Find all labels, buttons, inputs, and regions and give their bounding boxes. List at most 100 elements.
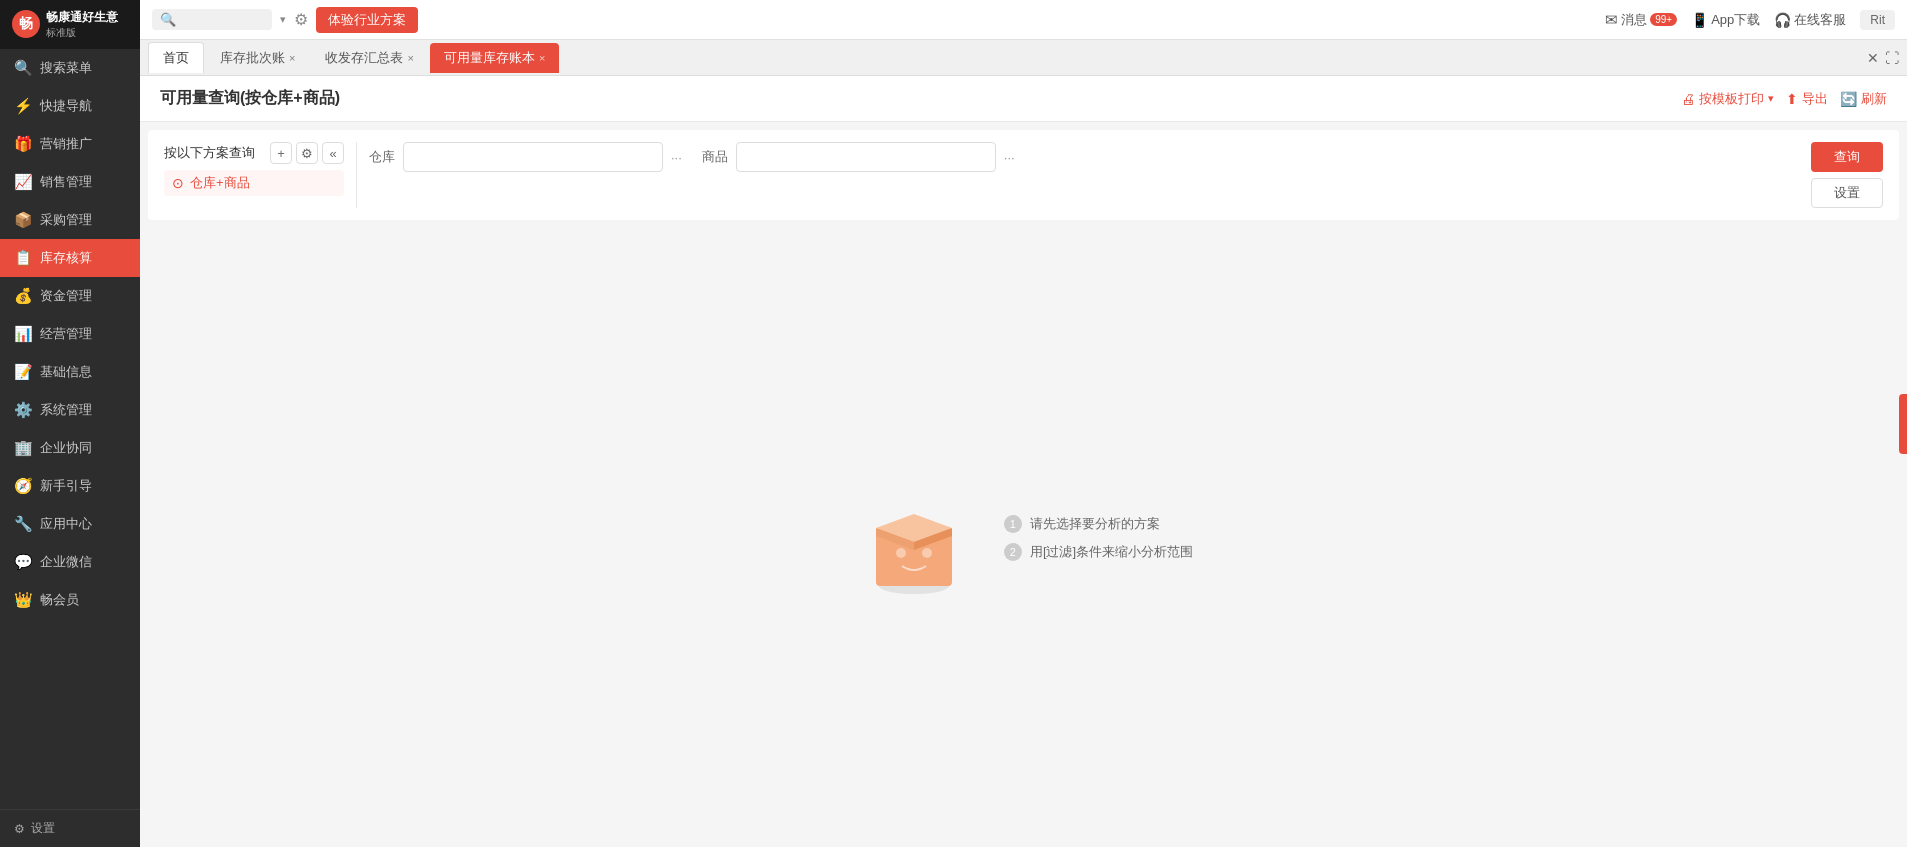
query-left-panel: 按以下方案查询 + ⚙ « ⊙ 仓库+商品	[164, 142, 344, 196]
sidebar-item-label: 采购管理	[40, 211, 92, 229]
sidebar-footer[interactable]: ⚙ 设置	[0, 809, 140, 847]
service-icon: 🎧	[1774, 12, 1791, 28]
messages-icon: ✉	[1605, 11, 1618, 29]
tab-batch-ledger-close[interactable]: ×	[289, 52, 295, 64]
topbar-gear-icon[interactable]: ⚙	[294, 10, 308, 29]
goods-field: 商品 ···	[702, 142, 1015, 172]
step-2-badge: 2	[1004, 543, 1022, 561]
footer-settings-label: 设置	[31, 820, 55, 837]
scheme-icon: ⊙	[172, 175, 184, 191]
sidebar-item-basic[interactable]: 📝 基础信息	[0, 353, 140, 391]
print-icon: 🖨	[1681, 91, 1695, 107]
tabbar-right: ✕ ⛶	[1867, 50, 1899, 66]
refresh-action[interactable]: 🔄 刷新	[1840, 90, 1887, 108]
page-header-actions: 🖨 按模板打印 ▾ ⬆ 导出 🔄 刷新	[1681, 90, 1887, 108]
tab-receipt-summary-close[interactable]: ×	[407, 52, 413, 64]
sidebar-item-label: 经营管理	[40, 325, 92, 343]
scheme-item-label: 仓库+商品	[190, 174, 250, 192]
online-service-label: 在线客服	[1794, 11, 1846, 29]
manage-scheme-button[interactable]: ⚙	[296, 142, 318, 164]
guide-icon: 🧭	[14, 477, 32, 495]
export-label: 导出	[1802, 90, 1828, 108]
empty-text: 1 请先选择要分析的方案 2 用[过滤]条件来缩小分析范围	[1004, 515, 1193, 561]
right-scroll-handle[interactable]	[1899, 394, 1907, 454]
online-service-link[interactable]: 🎧 在线客服	[1774, 11, 1846, 29]
sidebar-item-funds[interactable]: 💰 资金管理	[0, 277, 140, 315]
messages-area[interactable]: ✉ 消息 99+	[1605, 11, 1677, 29]
app-download-link[interactable]: 📱 App下载	[1691, 11, 1760, 29]
shortcut-icon: ⚡	[14, 97, 32, 115]
tab-batch-ledger-label: 库存批次账	[220, 49, 285, 67]
empty-step-1: 1 请先选择要分析的方案	[1004, 515, 1193, 533]
sidebar-item-label: 新手引导	[40, 477, 92, 495]
tabbar-close-icon[interactable]: ✕	[1867, 50, 1879, 66]
goods-more-icon[interactable]: ···	[1004, 150, 1015, 165]
tab-receipt-summary[interactable]: 收发存汇总表 ×	[311, 43, 427, 73]
page-header: 可用量查询(按仓库+商品) 🖨 按模板打印 ▾ ⬆ 导出 🔄 刷新	[140, 76, 1907, 122]
trial-button[interactable]: 体验行业方案	[316, 7, 418, 33]
sidebar-item-guide[interactable]: 🧭 新手引导	[0, 467, 140, 505]
tab-batch-ledger[interactable]: 库存批次账 ×	[206, 43, 309, 73]
svg-point-5	[896, 548, 906, 558]
page-title: 可用量查询(按仓库+商品)	[160, 88, 340, 109]
tabbar-expand-icon[interactable]: ⛶	[1885, 50, 1899, 66]
sidebar-scroll: 🔍 搜索菜单 ⚡ 快捷导航 🎁 营销推广 📈 销售管理 📦 采购管理 📋 库存核…	[0, 49, 140, 809]
query-button[interactable]: 查询	[1811, 142, 1883, 172]
brand-name: 畅康通好生意	[46, 10, 118, 26]
sidebar-item-purchase[interactable]: 📦 采购管理	[0, 201, 140, 239]
sidebar-item-label: 搜索菜单	[40, 59, 92, 77]
scheme-item-warehouse-goods[interactable]: ⊙ 仓库+商品	[164, 170, 344, 196]
add-scheme-button[interactable]: +	[270, 142, 292, 164]
empty-svg	[854, 478, 974, 598]
empty-illustration	[854, 478, 974, 598]
sidebar-item-inventory[interactable]: 📋 库存核算	[0, 239, 140, 277]
sidebar-item-label: 系统管理	[40, 401, 92, 419]
sidebar-item-search[interactable]: 🔍 搜索菜单	[0, 49, 140, 87]
settings-button[interactable]: 设置	[1811, 178, 1883, 208]
sidebar-item-appcenter[interactable]: 🔧 应用中心	[0, 505, 140, 543]
sidebar-item-enterprise[interactable]: 🏢 企业协同	[0, 429, 140, 467]
tab-available-ledger-label: 可用量库存账本	[444, 49, 535, 67]
query-section: 按以下方案查询 + ⚙ « ⊙ 仓库+商品 仓库	[148, 130, 1899, 220]
export-action[interactable]: ⬆ 导出	[1786, 90, 1828, 108]
tab-home[interactable]: 首页	[148, 42, 204, 73]
sidebar-item-label: 营销推广	[40, 135, 92, 153]
print-label: 按模板打印	[1699, 90, 1764, 108]
app-icon: 🔧	[14, 515, 32, 533]
step-2-text: 用[过滤]条件来缩小分析范围	[1030, 543, 1193, 561]
sidebar-item-enterprise-wx[interactable]: 💬 企业微信	[0, 543, 140, 581]
sidebar-item-sales[interactable]: 📈 销售管理	[0, 163, 140, 201]
user-name: Rit	[1870, 13, 1885, 27]
money-icon: 💰	[14, 287, 32, 305]
query-buttons: 查询 设置	[1791, 142, 1883, 208]
system-icon: ⚙️	[14, 401, 32, 419]
scheme-actions: + ⚙ «	[270, 142, 344, 164]
topbar-dropdown-arrow[interactable]: ▾	[280, 13, 286, 26]
warehouse-input[interactable]	[403, 142, 663, 172]
sidebar-item-operations[interactable]: 📊 经营管理	[0, 315, 140, 353]
empty-step-2: 2 用[过滤]条件来缩小分析范围	[1004, 543, 1193, 561]
topbar-search-input[interactable]	[180, 13, 260, 27]
tab-available-ledger-close[interactable]: ×	[539, 52, 545, 64]
refresh-icon: 🔄	[1840, 91, 1857, 107]
sidebar-item-label: 销售管理	[40, 173, 92, 191]
empty-state: 1 请先选择要分析的方案 2 用[过滤]条件来缩小分析范围	[140, 228, 1907, 847]
export-icon: ⬆	[1786, 91, 1798, 107]
basic-icon: 📝	[14, 363, 32, 381]
goods-input[interactable]	[736, 142, 996, 172]
print-action[interactable]: 🖨 按模板打印 ▾	[1681, 90, 1774, 108]
content-area: 可用量查询(按仓库+商品) 🖨 按模板打印 ▾ ⬆ 导出 🔄 刷新	[140, 76, 1907, 847]
sidebar: 畅 畅康通好生意 标准版 🔍 搜索菜单 ⚡ 快捷导航 🎁 营销推广 📈 销售管理…	[0, 0, 140, 847]
topbar-search-box[interactable]: 🔍	[152, 9, 272, 30]
warehouse-more-icon[interactable]: ···	[671, 150, 682, 165]
app-download-icon: 📱	[1691, 12, 1708, 28]
topbar: 🔍 ▾ ⚙ 体验行业方案 ✉ 消息 99+ 📱 App下载 🎧 在线客服 Rit	[140, 0, 1907, 40]
tab-available-ledger[interactable]: 可用量库存账本 ×	[430, 43, 559, 73]
footer-settings-icon: ⚙	[14, 822, 25, 836]
sidebar-item-marketing[interactable]: 🎁 营销推广	[0, 125, 140, 163]
sidebar-item-shortcut[interactable]: ⚡ 快捷导航	[0, 87, 140, 125]
collapse-scheme-button[interactable]: «	[322, 142, 344, 164]
user-area[interactable]: Rit	[1860, 10, 1895, 30]
sidebar-item-system[interactable]: ⚙️ 系统管理	[0, 391, 140, 429]
sidebar-item-member[interactable]: 👑 畅会员	[0, 581, 140, 619]
